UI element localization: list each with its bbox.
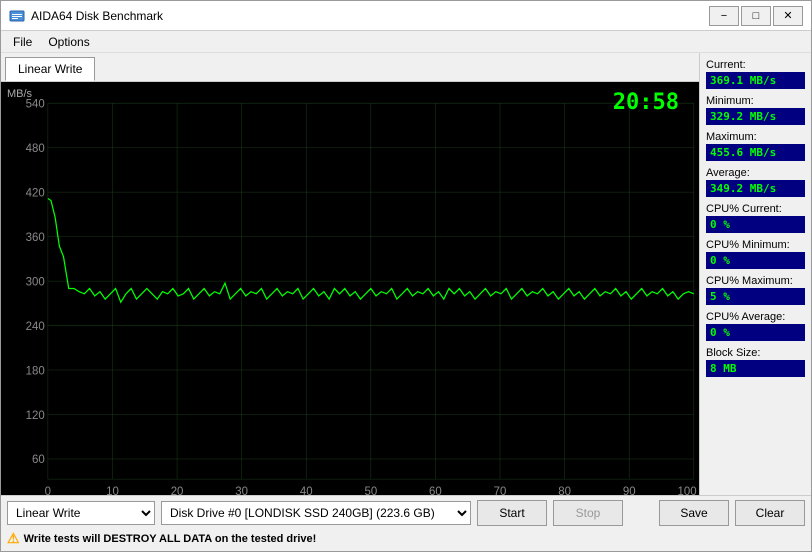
start-button[interactable]: Start <box>477 500 547 526</box>
tab-linear-write[interactable]: Linear Write <box>5 57 95 81</box>
title-buttons: − □ ✕ <box>709 6 803 26</box>
save-button[interactable]: Save <box>659 500 729 526</box>
minimum-value: 329.2 MB/s <box>706 108 805 125</box>
main-panel: Linear Write MB/s 20:58 <box>1 53 699 495</box>
svg-text:120: 120 <box>26 410 45 422</box>
svg-text:40: 40 <box>300 486 313 495</box>
cpu-minimum-value: 0 % <box>706 252 805 269</box>
app-icon <box>9 8 25 24</box>
svg-text:10: 10 <box>106 486 119 495</box>
disk-select[interactable]: Disk Drive #0 [LONDISK SSD 240GB] (223.6… <box>161 501 471 525</box>
main-window: AIDA64 Disk Benchmark − □ ✕ File Options… <box>0 0 812 552</box>
warning-text: Write tests will DESTROY ALL DATA on the… <box>24 533 317 545</box>
cpu-average-label: CPU% Average: <box>706 311 805 323</box>
menu-file[interactable]: File <box>5 33 40 51</box>
time-display: 20:58 <box>613 90 679 115</box>
svg-text:360: 360 <box>26 232 45 244</box>
chart-svg: 540 480 420 360 300 240 180 120 60 0 <box>1 82 699 495</box>
cpu-average-value: 0 % <box>706 324 805 341</box>
svg-text:20: 20 <box>171 486 184 495</box>
stat-cpu-maximum: CPU% Maximum: 5 % <box>706 275 805 305</box>
title-bar: AIDA64 Disk Benchmark − □ ✕ <box>1 1 811 31</box>
tab-bar: Linear Write <box>1 53 699 82</box>
cpu-minimum-label: CPU% Minimum: <box>706 239 805 251</box>
block-size-value: 8 MB <box>706 360 805 377</box>
stat-cpu-current: CPU% Current: 0 % <box>706 203 805 233</box>
stat-block-size: Block Size: 8 MB <box>706 347 805 377</box>
clear-button[interactable]: Clear <box>735 500 805 526</box>
stat-maximum: Maximum: 455.6 MB/s <box>706 131 805 161</box>
svg-text:80: 80 <box>558 486 571 495</box>
svg-text:300: 300 <box>26 276 45 288</box>
average-value: 349.2 MB/s <box>706 180 805 197</box>
svg-text:90: 90 <box>623 486 636 495</box>
y-axis-label: MB/s <box>7 88 32 100</box>
svg-text:240: 240 <box>26 321 45 333</box>
stat-current: Current: 369.1 MB/s <box>706 59 805 89</box>
content-area: Linear Write MB/s 20:58 <box>1 53 811 495</box>
window-title: AIDA64 Disk Benchmark <box>31 9 163 23</box>
stat-cpu-average: CPU% Average: 0 % <box>706 311 805 341</box>
right-panel: Current: 369.1 MB/s Minimum: 329.2 MB/s … <box>699 53 811 495</box>
maximum-value: 455.6 MB/s <box>706 144 805 161</box>
cpu-maximum-label: CPU% Maximum: <box>706 275 805 287</box>
svg-text:420: 420 <box>26 187 45 199</box>
block-size-label: Block Size: <box>706 347 805 359</box>
stat-average: Average: 349.2 MB/s <box>706 167 805 197</box>
minimum-label: Minimum: <box>706 95 805 107</box>
test-type-select[interactable]: Linear Write Linear Read Random Write Ra… <box>7 501 155 525</box>
maximum-label: Maximum: <box>706 131 805 143</box>
svg-text:0: 0 <box>45 486 51 495</box>
bottom-bar: Linear Write Linear Read Random Write Ra… <box>1 495 811 551</box>
svg-text:50: 50 <box>364 486 377 495</box>
svg-text:60: 60 <box>32 454 45 466</box>
average-label: Average: <box>706 167 805 179</box>
stat-cpu-minimum: CPU% Minimum: 0 % <box>706 239 805 269</box>
svg-text:100 %: 100 % <box>678 486 699 495</box>
menu-bar: File Options <box>1 31 811 53</box>
menu-options[interactable]: Options <box>40 33 97 51</box>
cpu-current-value: 0 % <box>706 216 805 233</box>
current-label: Current: <box>706 59 805 71</box>
svg-text:540: 540 <box>26 98 45 110</box>
svg-text:30: 30 <box>235 486 248 495</box>
maximize-button[interactable]: □ <box>741 6 771 26</box>
cpu-maximum-value: 5 % <box>706 288 805 305</box>
stop-button[interactable]: Stop <box>553 500 623 526</box>
current-value: 369.1 MB/s <box>706 72 805 89</box>
minimize-button[interactable]: − <box>709 6 739 26</box>
cpu-current-label: CPU% Current: <box>706 203 805 215</box>
warning-icon: ⚠ <box>7 530 20 547</box>
warning-row: ⚠ Write tests will DESTROY ALL DATA on t… <box>7 530 805 547</box>
svg-text:70: 70 <box>494 486 507 495</box>
svg-text:180: 180 <box>26 365 45 377</box>
svg-text:60: 60 <box>429 486 442 495</box>
chart-container: MB/s 20:58 <box>1 82 699 495</box>
close-button[interactable]: ✕ <box>773 6 803 26</box>
stat-minimum: Minimum: 329.2 MB/s <box>706 95 805 125</box>
controls-row: Linear Write Linear Read Random Write Ra… <box>7 500 805 526</box>
svg-text:480: 480 <box>26 143 45 155</box>
